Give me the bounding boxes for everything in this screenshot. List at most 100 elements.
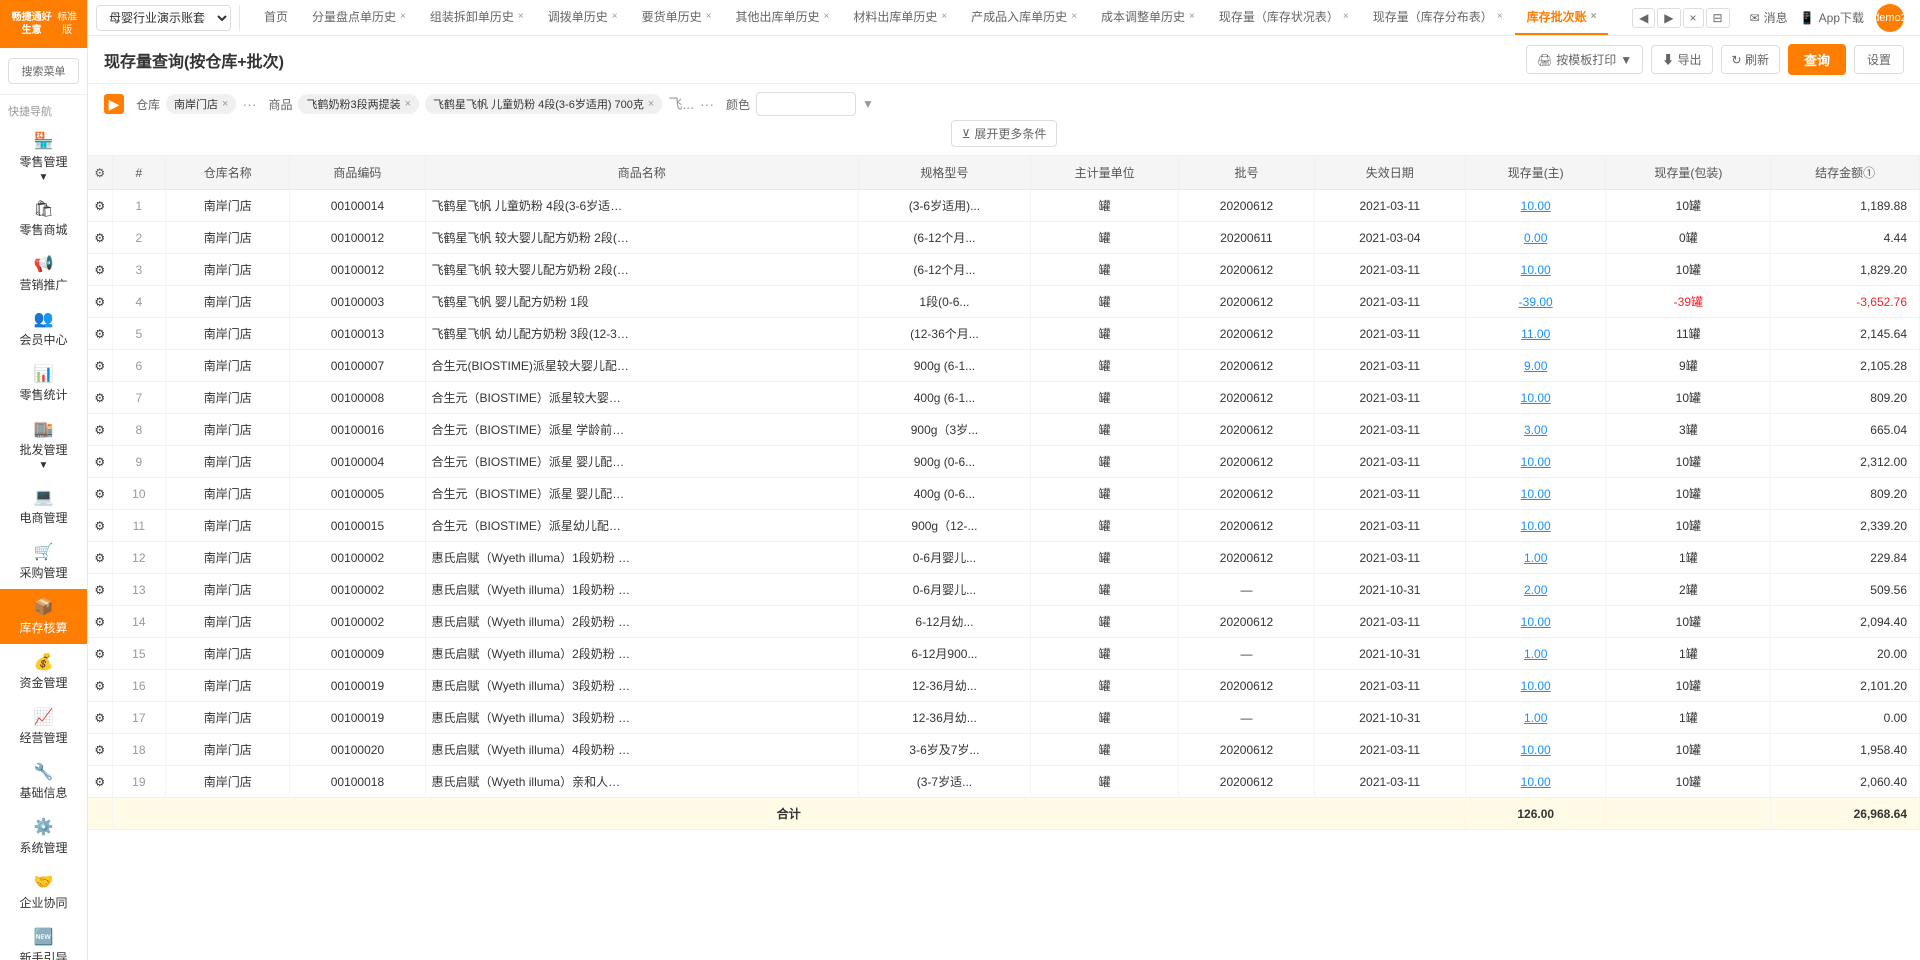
row-qty-main[interactable]: 10.00 [1465, 478, 1605, 510]
search-menu-button[interactable]: 搜索菜单 [8, 58, 79, 84]
tab-close-icon[interactable]: × [400, 11, 406, 22]
sidebar-item-ecommerce[interactable]: 💻 电商管理 [0, 479, 87, 534]
sidebar-item-purchase[interactable]: 🛒 采购管理 [0, 534, 87, 589]
tab-close-icon[interactable]: × [612, 11, 618, 22]
tab-batch-voucher[interactable]: 库存批次账 × [1515, 0, 1609, 35]
sidebar-item-operation[interactable]: 📈 经营管理 [0, 699, 87, 754]
row-qty-main[interactable]: 10.00 [1465, 190, 1605, 222]
tab-close-icon[interactable]: × [823, 11, 829, 22]
sidebar-item-finance[interactable]: 💰 资金管理 [0, 644, 87, 699]
row-qty-main[interactable]: 0.00 [1465, 222, 1605, 254]
sidebar-item-member[interactable]: 👥 会员中心 [0, 301, 87, 356]
product-more-icon[interactable]: 飞... [668, 94, 694, 114]
tab-disassemble[interactable]: 组装拆卸单历史 × [418, 0, 536, 35]
row-qty-main[interactable]: 10.00 [1465, 510, 1605, 542]
row-qty-main[interactable]: 10.00 [1465, 606, 1605, 638]
warehouse-selector[interactable]: 母婴行业演示账套 [96, 5, 231, 31]
row-qty-main[interactable]: 2.00 [1465, 574, 1605, 606]
row-gear[interactable]: ⚙ [88, 382, 112, 414]
gear-column-header[interactable]: ⚙ [88, 156, 112, 190]
row-qty-main[interactable]: 9.00 [1465, 350, 1605, 382]
row-gear[interactable]: ⚙ [88, 734, 112, 766]
row-qty-main[interactable]: 10.00 [1465, 382, 1605, 414]
tab-borrow[interactable]: 要货单历史 × [630, 0, 724, 35]
expand-more-conditions-button[interactable]: ⊻ 展开更多条件 [951, 120, 1058, 147]
sidebar-item-marketing[interactable]: 📢 营销推广 [0, 246, 87, 301]
template-print-button[interactable]: 🖨 按模板打印 ▼ [1526, 45, 1643, 74]
tab-close-icon[interactable]: × [706, 11, 712, 22]
row-qty-main[interactable]: 10.00 [1465, 766, 1605, 798]
row-qty-main[interactable]: 10.00 [1465, 254, 1605, 286]
product-more-dots[interactable]: ··· [700, 96, 714, 112]
row-gear[interactable]: ⚙ [88, 606, 112, 638]
tab-close-icon[interactable]: × [941, 11, 947, 22]
sidebar-item-wholesale[interactable]: 🏬 批发管理 ▼ [0, 411, 87, 479]
sidebar-item-retail-stats[interactable]: 📊 零售统计 [0, 356, 87, 411]
tab-close-icon[interactable]: × [1497, 11, 1503, 22]
row-gear[interactable]: ⚙ [88, 510, 112, 542]
tab-scroll-left-button[interactable]: ◀ [1632, 8, 1655, 28]
sidebar-item-new-guide[interactable]: 🆕 新手引导 [0, 919, 87, 960]
tab-close-all-button[interactable]: × [1683, 8, 1704, 28]
row-gear[interactable]: ⚙ [88, 542, 112, 574]
row-qty-main[interactable]: 10.00 [1465, 446, 1605, 478]
tab-close-icon[interactable]: × [1071, 11, 1077, 22]
tab-cost-adjust[interactable]: 成本调整单历史 × [1089, 0, 1207, 35]
row-qty-main[interactable]: 3.00 [1465, 414, 1605, 446]
color-filter-input[interactable] [756, 92, 856, 116]
app-download-button[interactable]: 📱 App下载 [1800, 9, 1864, 26]
tab-other-out[interactable]: 其他出库单历史 × [723, 0, 841, 35]
tab-close-icon[interactable]: × [518, 11, 524, 22]
sidebar-item-enterprise[interactable]: 🤝 企业协同 [0, 864, 87, 919]
row-gear[interactable]: ⚙ [88, 670, 112, 702]
row-gear[interactable]: ⚙ [88, 446, 112, 478]
sidebar-item-system[interactable]: ⚙️ 系统管理 [0, 809, 87, 864]
row-qty-main[interactable]: 11.00 [1465, 318, 1605, 350]
tab-menu-button[interactable]: ⊟ [1706, 8, 1730, 28]
row-gear[interactable]: ⚙ [88, 638, 112, 670]
warehouse-more-icon[interactable]: ··· [242, 96, 256, 112]
row-gear[interactable]: ⚙ [88, 702, 112, 734]
row-gear[interactable]: ⚙ [88, 286, 112, 318]
tab-scroll-right-button[interactable]: ▶ [1657, 8, 1680, 28]
row-gear[interactable]: ⚙ [88, 318, 112, 350]
sidebar-item-retail-shop[interactable]: 🛍 零售商城 [0, 191, 87, 246]
tab-material-out[interactable]: 材料出库单历史 × [841, 0, 959, 35]
refresh-button[interactable]: ↻ 刷新 [1721, 45, 1780, 74]
product-tag-close-2[interactable]: × [648, 98, 654, 110]
export-button[interactable]: ⬇ 导出 [1651, 45, 1712, 74]
tab-inventory-status[interactable]: 现存量（库存状况表） × [1207, 0, 1361, 35]
product-tag-close-1[interactable]: × [405, 98, 411, 110]
tab-close-icon[interactable]: × [1343, 11, 1349, 22]
tab-close-icon[interactable]: × [1591, 11, 1597, 22]
row-gear[interactable]: ⚙ [88, 350, 112, 382]
row-qty-main[interactable]: 10.00 [1465, 670, 1605, 702]
row-gear[interactable]: ⚙ [88, 478, 112, 510]
row-gear[interactable]: ⚙ [88, 766, 112, 798]
tab-home[interactable]: 首页 [252, 0, 300, 35]
color-dropdown-icon[interactable]: ▼ [862, 97, 874, 111]
sidebar-item-inventory[interactable]: 📦 库存核算 [0, 589, 87, 644]
user-avatar[interactable]: demo2 [1876, 4, 1904, 32]
sidebar-item-basic[interactable]: 🔧 基础信息 [0, 754, 87, 809]
tab-close-icon[interactable]: × [1189, 11, 1195, 22]
row-qty-main[interactable]: 1.00 [1465, 542, 1605, 574]
row-qty-main[interactable]: 1.00 [1465, 638, 1605, 670]
row-gear[interactable]: ⚙ [88, 414, 112, 446]
row-gear[interactable]: ⚙ [88, 222, 112, 254]
query-button[interactable]: 查询 [1788, 44, 1846, 75]
tab-split-inventory[interactable]: 分量盘点单历史 × [300, 0, 418, 35]
row-gear[interactable]: ⚙ [88, 190, 112, 222]
settings-button[interactable]: 设置 [1854, 45, 1904, 74]
tab-product-in[interactable]: 产成品入库单历史 × [959, 0, 1089, 35]
sidebar-item-retail-mgmt[interactable]: 🏪 零售管理 ▼ [0, 123, 87, 191]
row-qty-main[interactable]: -39.00 [1465, 286, 1605, 318]
row-qty-main[interactable]: 10.00 [1465, 734, 1605, 766]
warehouse-tag-close[interactable]: × [222, 98, 228, 110]
row-qty-main[interactable]: 1.00 [1465, 702, 1605, 734]
row-gear[interactable]: ⚙ [88, 574, 112, 606]
message-button[interactable]: ✉ 消息 [1750, 9, 1788, 26]
row-gear[interactable]: ⚙ [88, 254, 112, 286]
filter-expand-icon[interactable]: ▶ [104, 94, 124, 114]
tab-inventory-dist[interactable]: 现存量（库存分布表） × [1361, 0, 1515, 35]
